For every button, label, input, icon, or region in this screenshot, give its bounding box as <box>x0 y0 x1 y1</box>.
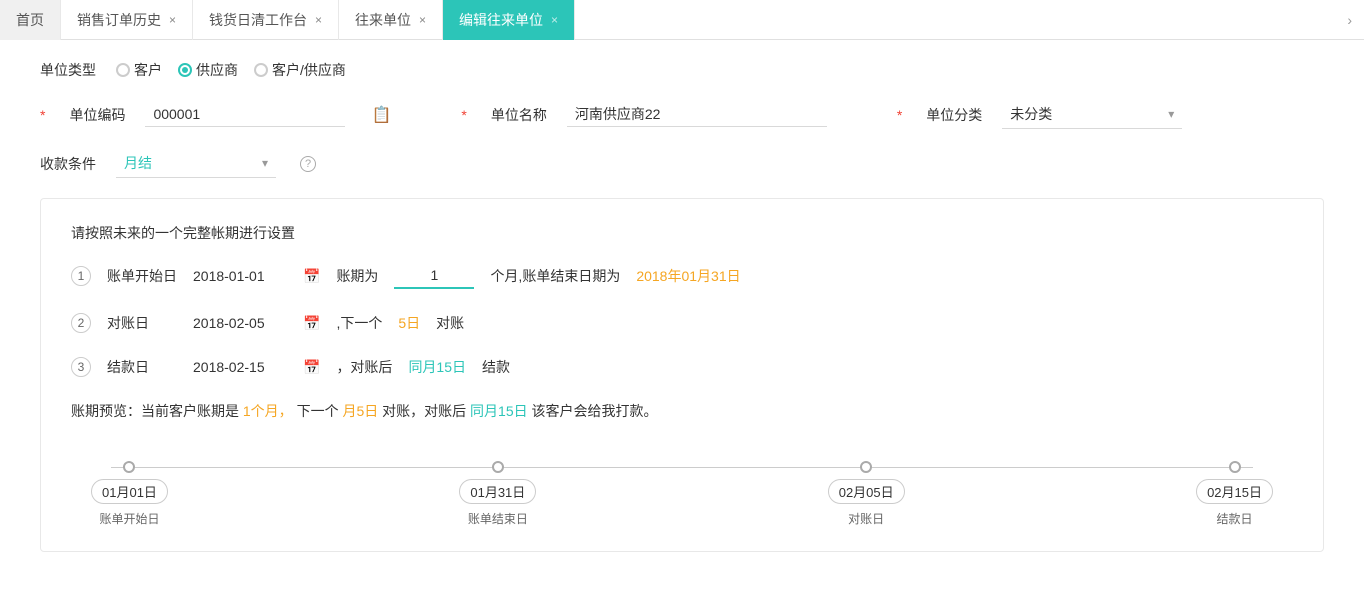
chevron-down-icon: ▾ <box>262 156 268 170</box>
radio-supplier-label: 供应商 <box>196 60 238 80</box>
step-label-3: 结款日 <box>107 357 177 377</box>
unit-name-label: 单位名称 <box>491 105 547 125</box>
step-period-prefix: 账期为 <box>336 266 378 286</box>
timeline-container: 01月01日 账单开始日 01月31日 账单结束日 02月05日 对账日 <box>71 445 1293 527</box>
preview-period: 1个月， <box>243 403 293 419</box>
timeline-pill-2: 01月31日 <box>459 479 536 504</box>
preview-suffix: 该客户会给我打款。 <box>532 403 658 419</box>
unit-type-radio-group: 客户 供应商 客户/供应商 <box>116 60 346 80</box>
timeline-points: 01月01日 账单开始日 01月31日 账单结束日 02月05日 对账日 <box>91 445 1273 527</box>
timeline-point-2: 01月31日 账单结束日 <box>459 445 536 527</box>
tab-more-button[interactable]: › <box>1335 0 1364 40</box>
help-icon[interactable]: ? <box>300 156 316 172</box>
timeline-pill-4: 02月15日 <box>1196 479 1273 504</box>
preview-prefix: 账期预览：当前客户账期是 <box>71 403 239 419</box>
required-marker: * <box>40 107 45 123</box>
step-label-1: 账单开始日 <box>107 266 177 286</box>
step-row-1: 1 账单开始日 2018-01-01 📅 账期为 个月,账单结束日期为 2018… <box>71 263 1293 289</box>
step-desc-2c: 对账 <box>436 313 464 333</box>
step-date-3: 2018-02-15 <box>193 359 283 375</box>
tab-counterparty[interactable]: 往来单位 × <box>339 0 443 40</box>
tab-cash-daily[interactable]: 钱货日清工作台 × <box>193 0 339 40</box>
settings-card: 请按照未来的一个完整帐期进行设置 1 账单开始日 2018-01-01 📅 账期… <box>40 198 1324 552</box>
unit-name-input[interactable] <box>567 102 827 127</box>
main-content: 单位类型 客户 供应商 客户/供应商 * 单位编码 📋 * 单位名称 * <box>0 40 1364 608</box>
timeline-dot-4 <box>1229 461 1241 473</box>
tab-sales-history[interactable]: 销售订单历史 × <box>61 0 193 40</box>
timeline-label-3: 对账日 <box>848 510 884 527</box>
radio-circle-both <box>254 63 268 77</box>
preview-day: 月5日 <box>342 403 378 419</box>
payment-terms-label: 收款条件 <box>40 154 96 174</box>
radio-both-label: 客户/供应商 <box>272 60 346 80</box>
required-marker3: * <box>897 107 902 123</box>
timeline-dot-1 <box>123 461 135 473</box>
period-input[interactable] <box>394 263 474 289</box>
timeline-point-3: 02月05日 对账日 <box>828 445 905 527</box>
radio-circle-supplier <box>178 63 192 77</box>
required-marker2: * <box>461 107 466 123</box>
unit-info-row: * 单位编码 📋 * 单位名称 * 单位分类 未分类 ▾ <box>40 100 1324 129</box>
copy-icon[interactable]: 📋 <box>371 105 391 125</box>
close-icon[interactable]: × <box>551 13 558 27</box>
step-desc-3b: 同月15日 <box>408 357 466 377</box>
timeline-pill-3: 02月05日 <box>828 479 905 504</box>
step-desc-2b: 5日 <box>398 313 420 333</box>
timeline-label-4: 结款日 <box>1217 510 1253 527</box>
close-icon[interactable]: × <box>169 13 176 27</box>
close-icon[interactable]: × <box>419 13 426 27</box>
unit-code-label: 单位编码 <box>69 105 125 125</box>
timeline-pill-1: 01月01日 <box>91 479 168 504</box>
tab-bar: 首页 销售订单历史 × 钱货日清工作台 × 往来单位 × 编辑往来单位 × › <box>0 0 1364 40</box>
radio-both[interactable]: 客户/供应商 <box>254 60 346 80</box>
calendar-icon-1[interactable]: 📅 <box>303 268 320 285</box>
close-icon[interactable]: × <box>315 13 322 27</box>
step-desc-3a: ，对账后 <box>336 357 392 377</box>
unit-category-label: 单位分类 <box>926 105 982 125</box>
step-date-1: 2018-01-01 <box>193 268 283 284</box>
chevron-down-icon: ▾ <box>1168 107 1174 121</box>
timeline-dot-2 <box>492 461 504 473</box>
radio-customer-label: 客户 <box>134 60 162 80</box>
period-end-date: 2018年01月31日 <box>636 266 740 286</box>
unit-code-input[interactable] <box>145 102 345 127</box>
radio-supplier[interactable]: 供应商 <box>178 60 238 80</box>
step-row-2: 2 对账日 2018-02-05 📅 ,下一个 5日 对账 <box>71 313 1293 333</box>
unit-category-select[interactable]: 未分类 ▾ <box>1002 100 1182 129</box>
calendar-icon-3[interactable]: 📅 <box>303 359 320 376</box>
preview-mid: 下一个 <box>297 403 339 419</box>
unit-category-value: 未分类 <box>1010 104 1160 124</box>
step-num-3: 3 <box>71 357 91 377</box>
radio-customer[interactable]: 客户 <box>116 60 162 80</box>
step-desc-2a: ,下一个 <box>336 313 382 333</box>
timeline-point-4: 02月15日 结款日 <box>1196 445 1273 527</box>
step-desc-3c: 结款 <box>482 357 510 377</box>
calendar-icon-2[interactable]: 📅 <box>303 315 320 332</box>
radio-circle-customer <box>116 63 130 77</box>
tab-home[interactable]: 首页 <box>0 0 61 40</box>
payment-terms-row: 收款条件 月结 ▾ ? <box>40 149 1324 178</box>
preview-mid2: 对账，对账后 <box>382 403 466 419</box>
step-date-2: 2018-02-05 <box>193 315 283 331</box>
tab-edit-counterparty[interactable]: 编辑往来单位 × <box>443 0 575 40</box>
step-label-2: 对账日 <box>107 313 177 333</box>
timeline-label-2: 账单结束日 <box>468 510 528 527</box>
preview-settle: 同月15日 <box>470 403 528 419</box>
timeline-point-1: 01月01日 账单开始日 <box>91 445 168 527</box>
step-num-1: 1 <box>71 266 91 286</box>
timeline-label-1: 账单开始日 <box>99 510 159 527</box>
step-period-suffix: 个月,账单结束日期为 <box>490 266 620 286</box>
unit-type-row: 单位类型 客户 供应商 客户/供应商 <box>40 60 1324 80</box>
unit-type-label: 单位类型 <box>40 60 96 80</box>
timeline-dot-3 <box>860 461 872 473</box>
payment-terms-value: 月结 <box>124 153 254 173</box>
payment-terms-select[interactable]: 月结 ▾ <box>116 149 276 178</box>
preview-text: 账期预览：当前客户账期是 1个月， 下一个 月5日 对账，对账后 同月15日 该… <box>71 401 1293 421</box>
step-num-2: 2 <box>71 313 91 333</box>
step-row-3: 3 结款日 2018-02-15 📅 ，对账后 同月15日 结款 <box>71 357 1293 377</box>
card-title: 请按照未来的一个完整帐期进行设置 <box>71 223 1293 243</box>
